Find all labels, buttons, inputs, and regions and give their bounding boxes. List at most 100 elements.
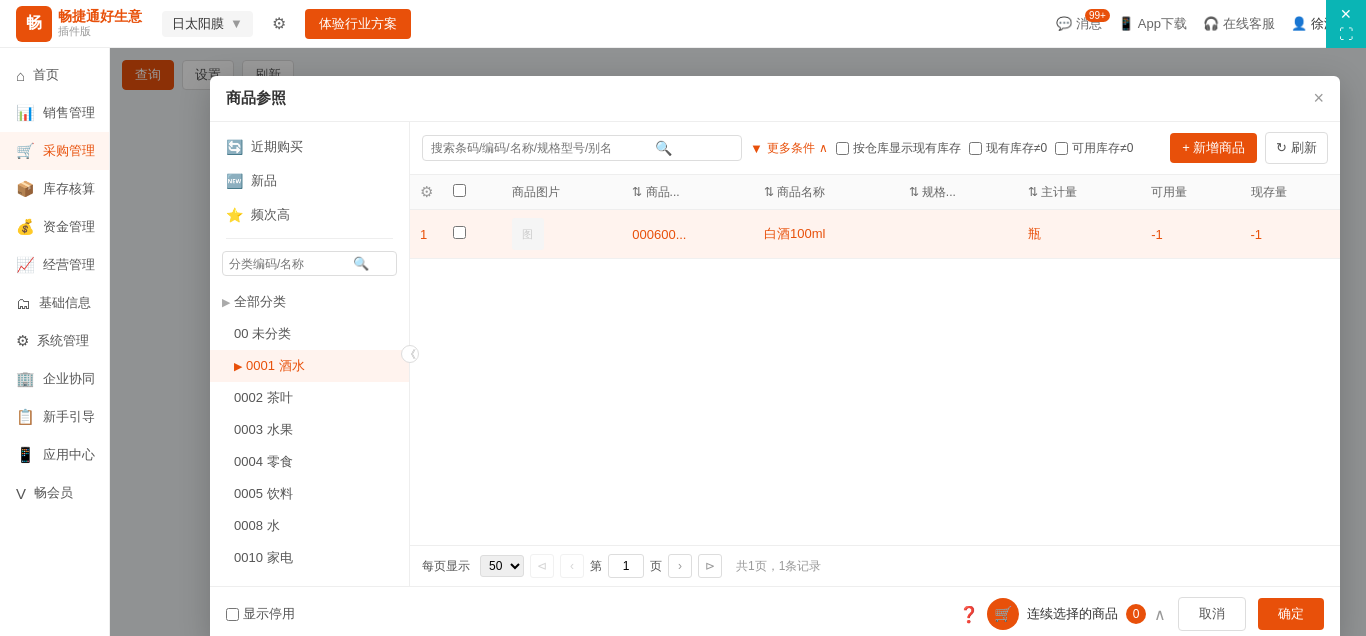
first-page-btn[interactable]: ⊲: [530, 554, 554, 578]
sidebar-item-enterprise[interactable]: 🏢 企业协同: [0, 360, 109, 398]
operations-icon: 📈: [16, 256, 35, 274]
product-search-input[interactable]: [431, 141, 651, 155]
sort-icon-spec: ⇅: [909, 185, 919, 199]
cell-unit: 瓶: [1018, 210, 1141, 259]
table-settings-icon[interactable]: ⚙: [420, 183, 433, 201]
checkbox-stock-input[interactable]: [836, 142, 849, 155]
sort-icon-name: ⇅: [764, 185, 774, 199]
confirm-button[interactable]: 确定: [1258, 598, 1324, 630]
sidebar-item-guide[interactable]: 📋 新手引导: [0, 398, 109, 436]
cell-image: 图: [502, 210, 623, 259]
cart-icon-button[interactable]: 🛒: [987, 598, 1019, 630]
modal-footer: 显示停用 ❓ 🛒 连续选择的商品 0 ∧ 取消 确定: [210, 586, 1340, 636]
left-panel-collapse-btn[interactable]: 《: [401, 345, 419, 363]
show-disabled-checkbox[interactable]: [226, 608, 239, 621]
tree-item-0008[interactable]: 0008 水: [210, 510, 409, 542]
teal-close-btn[interactable]: ✕: [1340, 6, 1352, 22]
teal-bar: ✕ ⛶: [1326, 0, 1366, 48]
tree-item-0010[interactable]: 0010 家电: [210, 542, 409, 574]
cell-stock: -1: [1241, 210, 1340, 259]
th-checkbox: [443, 175, 502, 210]
show-disabled-label[interactable]: 显示停用: [226, 605, 295, 623]
basic-icon: 🗂: [16, 295, 31, 312]
tree-item-0004[interactable]: 0004 零食: [210, 446, 409, 478]
stock-icon: 📦: [16, 180, 35, 198]
checkbox-available[interactable]: 现有库存≠0: [969, 140, 1047, 157]
per-page-select[interactable]: 50: [480, 555, 524, 577]
sidebar-item-sales[interactable]: 📊 销售管理: [0, 94, 109, 132]
sidebar-item-system[interactable]: ⚙ 系统管理: [0, 322, 109, 360]
store-selector[interactable]: 日太阳膜 ▼: [162, 11, 253, 37]
messages-badge: 99+: [1085, 9, 1110, 22]
checkbox-stock[interactable]: 按仓库显示现有库存: [836, 140, 961, 157]
online-service-item[interactable]: 🎧 在线客服: [1203, 15, 1275, 33]
pagination-summary: 共1页，1条记录: [736, 558, 821, 575]
checkbox-available-input[interactable]: [969, 142, 982, 155]
layout: ⌂ 首页 📊 销售管理 🛒 采购管理 📦 库存核算 💰 资金管理 📈 经营管理 …: [0, 48, 1366, 636]
cancel-button[interactable]: 取消: [1178, 597, 1246, 631]
select-all-checkbox[interactable]: [453, 184, 466, 197]
next-page-btn[interactable]: ›: [668, 554, 692, 578]
sidebar-item-home[interactable]: ⌂ 首页: [0, 56, 109, 94]
tree-arrow-0001: ▶: [234, 360, 242, 373]
sidebar-item-operations[interactable]: 📈 经营管理: [0, 246, 109, 284]
search-icon[interactable]: 🔍: [655, 140, 672, 156]
help-icon[interactable]: ❓: [959, 605, 979, 624]
tree-item-all[interactable]: ▶ 全部分类: [210, 286, 409, 318]
experience-button[interactable]: 体验行业方案: [305, 9, 411, 39]
home-icon: ⌂: [16, 67, 25, 84]
checkbox-usable-input[interactable]: [1055, 142, 1068, 155]
th-name[interactable]: ⇅ 商品名称: [754, 175, 899, 210]
left-nav-new[interactable]: 🆕 新品: [210, 164, 409, 198]
th-spec[interactable]: ⇅ 规格...: [899, 175, 1019, 210]
sidebar: ⌂ 首页 📊 销售管理 🛒 采购管理 📦 库存核算 💰 资金管理 📈 经营管理 …: [0, 48, 110, 636]
table-row[interactable]: 1 图 000600...: [410, 210, 1340, 259]
checkbox-usable[interactable]: 可用库存≠0: [1055, 140, 1133, 157]
product-reference-modal: 商品参照 × 🔄 近期购买 🆕 新品 ⭐ 频次: [210, 76, 1340, 636]
modal-close-button[interactable]: ×: [1313, 88, 1324, 109]
chevron-down-icon: ▼: [230, 16, 243, 31]
teal-expand-btn[interactable]: ⛶: [1339, 26, 1353, 42]
sidebar-item-basic[interactable]: 🗂 基础信息: [0, 284, 109, 322]
th-unit[interactable]: ⇅ 主计量: [1018, 175, 1141, 210]
footer-collapse-btn[interactable]: ∧: [1154, 605, 1166, 624]
tree-item-00[interactable]: 00 未分类: [210, 318, 409, 350]
page-input[interactable]: [608, 554, 644, 578]
sidebar-item-appcenter[interactable]: 📱 应用中心: [0, 436, 109, 474]
sidebar-item-purchase[interactable]: 🛒 采购管理: [0, 132, 109, 170]
messages-item[interactable]: 💬 消息 99+: [1056, 15, 1102, 33]
tree-item-0003[interactable]: 0003 水果: [210, 414, 409, 446]
product-thumbnail: 图: [512, 218, 544, 250]
left-panel: 🔄 近期购买 🆕 新品 ⭐ 频次高 🔍: [210, 122, 410, 586]
left-nav-recent[interactable]: 🔄 近期购买: [210, 130, 409, 164]
cell-name: 白酒100ml: [754, 210, 899, 259]
cell-available: -1: [1141, 210, 1240, 259]
tree-item-0002[interactable]: 0002 茶叶: [210, 382, 409, 414]
tree-item-0001[interactable]: ▶ 0001 酒水: [210, 350, 409, 382]
row-checkbox[interactable]: [453, 226, 466, 239]
app-download-item[interactable]: 📱 App下载: [1118, 15, 1187, 33]
cell-spec: [899, 210, 1019, 259]
product-table: ⚙ 商品图片 ⇅: [410, 175, 1340, 259]
classify-search-input[interactable]: [229, 257, 349, 271]
left-nav-frequent[interactable]: ⭐ 频次高: [210, 198, 409, 232]
filter-button[interactable]: ▼ 更多条件 ∧: [750, 140, 828, 157]
gear-button[interactable]: ⚙: [263, 8, 295, 40]
modal-title: 商品参照: [226, 89, 286, 108]
new-icon: 🆕: [226, 173, 243, 189]
sidebar-item-stock[interactable]: 📦 库存核算: [0, 170, 109, 208]
frequent-icon: ⭐: [226, 207, 243, 223]
sort-icon-unit: ⇅: [1028, 185, 1038, 199]
classify-search-icon[interactable]: 🔍: [353, 256, 369, 271]
sidebar-item-member[interactable]: V 畅会员: [0, 474, 109, 512]
refresh-button[interactable]: ↻ 刷新: [1265, 132, 1328, 164]
filter-icon: ▼: [750, 141, 763, 156]
add-product-button[interactable]: + 新增商品: [1170, 133, 1257, 163]
sidebar-item-finance[interactable]: 💰 资金管理: [0, 208, 109, 246]
prev-page-btn[interactable]: ‹: [560, 554, 584, 578]
user-icon: 👤: [1291, 16, 1307, 31]
last-page-btn[interactable]: ⊳: [698, 554, 722, 578]
cell-code: 000600...: [622, 210, 754, 259]
th-code[interactable]: ⇅ 商品...: [622, 175, 754, 210]
tree-item-0005[interactable]: 0005 饮料: [210, 478, 409, 510]
